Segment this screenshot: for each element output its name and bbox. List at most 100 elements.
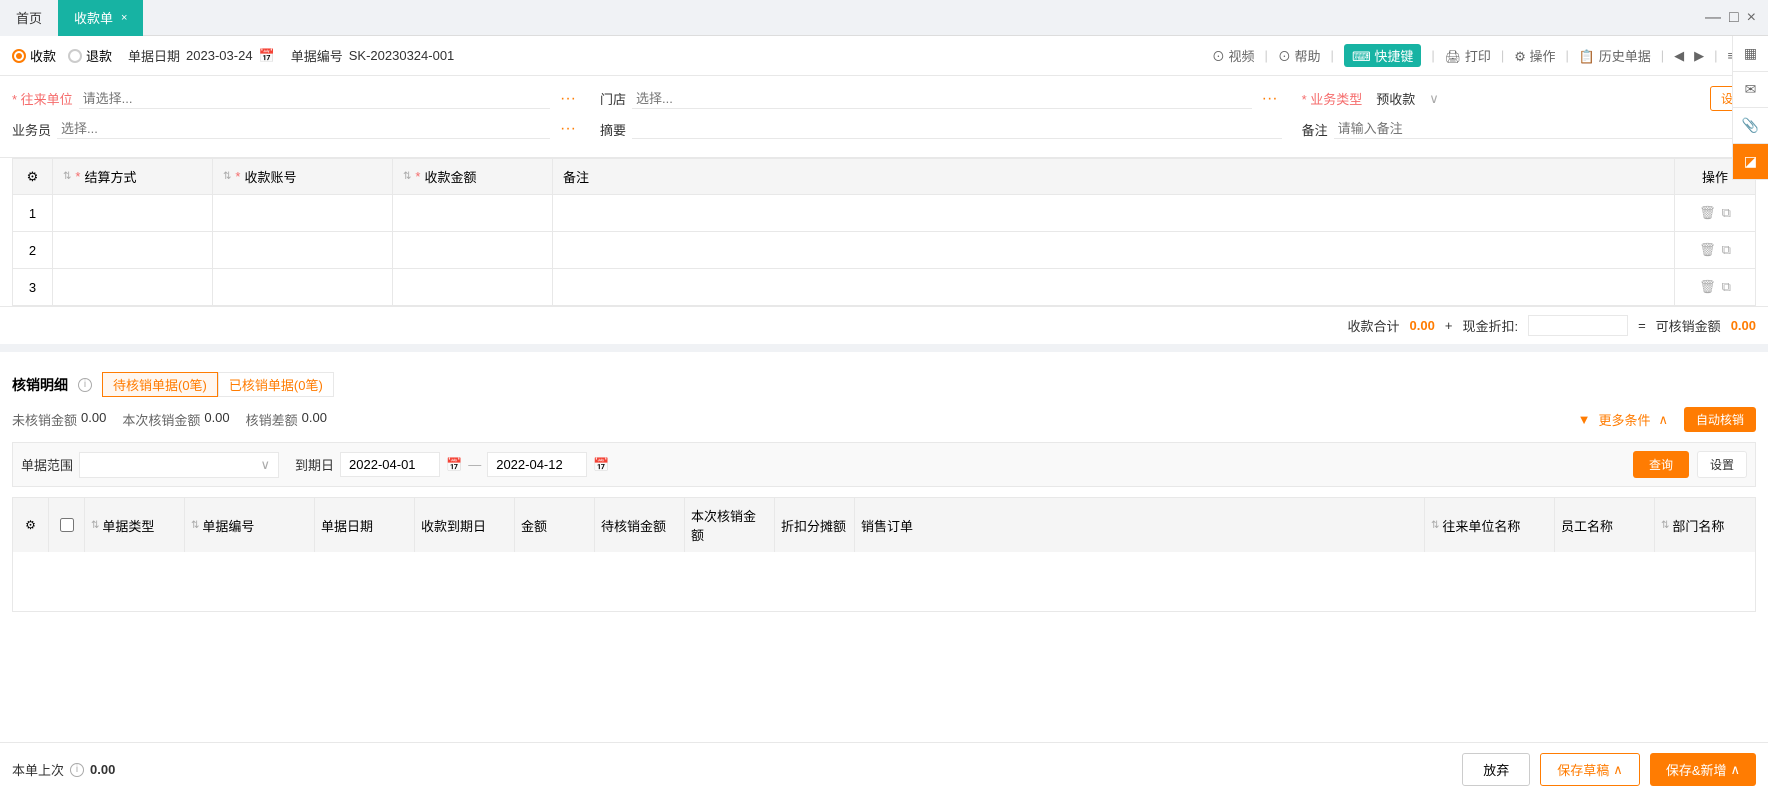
query-button[interactable]: 查询 (1633, 451, 1689, 478)
calendar-icon[interactable]: 📅 (259, 48, 275, 64)
tab-receipt[interactable]: 收款单 × (58, 0, 143, 36)
close-icon[interactable]: × (1747, 9, 1756, 27)
radio-refund-label: 退款 (86, 46, 112, 65)
form-row-2: 业务员 ··· 摘要 备注 (12, 119, 1756, 139)
section-divider (0, 344, 1768, 352)
writeoff-tab-done[interactable]: 已核销单据(0笔) (218, 372, 334, 397)
t2-col-settings[interactable]: ⚙ (13, 498, 49, 552)
auto-writeoff-button[interactable]: 自动核销 (1684, 407, 1756, 432)
filter-settings-button[interactable]: 设置 (1697, 451, 1747, 478)
t2-col-amount-label: 金额 (521, 516, 547, 535)
row3-settle[interactable] (53, 269, 213, 305)
row2-amount[interactable] (393, 232, 553, 268)
table-col-account: ⇅ * 收款账号 (213, 159, 393, 194)
sort-dept-icon[interactable]: ⇅ (1661, 520, 1669, 531)
row1-delete-icon[interactable]: 🗑 (1699, 205, 1716, 221)
radio-refund[interactable]: 退款 (68, 46, 112, 65)
staff-more-icon[interactable]: ··· (556, 120, 580, 138)
t2-col-thistime-label: 本次核销金额 (691, 506, 768, 544)
calendar-from-icon[interactable]: 📅 (446, 457, 462, 473)
row1-note[interactable] (553, 195, 1675, 231)
video-btn[interactable]: ⊙ 视频 (1212, 46, 1255, 65)
save-new-button[interactable]: 保存&新增 ∧ (1650, 753, 1756, 786)
bottom-info-icon[interactable]: i (70, 763, 84, 777)
counterpart-input[interactable] (79, 89, 550, 109)
calendar-to-icon[interactable]: 📅 (593, 457, 609, 473)
operations-btn[interactable]: ⚙ 操作 (1514, 46, 1555, 65)
row3-amount[interactable] (393, 269, 553, 305)
row3-delete-icon[interactable]: 🗑 (1699, 279, 1716, 295)
sort-num-icon[interactable]: ⇅ (191, 520, 199, 531)
row3-copy-icon[interactable]: ⧉ (1722, 279, 1731, 295)
sidebar-table-icon[interactable]: ▦ (1733, 36, 1768, 72)
row2-copy-icon[interactable]: ⧉ (1722, 242, 1731, 258)
doc-number-label: 单据编号 (291, 46, 343, 65)
last-value: 0.00 (90, 762, 115, 777)
row2-note[interactable] (553, 232, 1675, 268)
t2-col-date: 单据日期 (315, 498, 415, 552)
discount-input[interactable] (1528, 315, 1628, 336)
store-more-icon[interactable]: ··· (1258, 90, 1282, 108)
range-select[interactable]: ∨ (79, 452, 279, 478)
shortcut-btn[interactable]: ⌨ 快捷键 (1344, 44, 1421, 67)
print-btn[interactable]: 🖨 打印 (1445, 46, 1491, 65)
row1-copy-icon[interactable]: ⧉ (1722, 205, 1731, 221)
store-input[interactable] (632, 89, 1252, 109)
dropdown-icon[interactable]: ∨ (1429, 91, 1439, 107)
receivable-label: 可核销金额 (1656, 316, 1721, 335)
sidebar-camera-icon[interactable]: ◪ (1733, 144, 1768, 180)
writeoff-tab-pending[interactable]: 待核销单据(0笔) (102, 372, 218, 397)
row3-account[interactable] (213, 269, 393, 305)
radio-receipt[interactable]: 收款 (12, 46, 56, 65)
sort-type-icon[interactable]: ⇅ (91, 520, 99, 531)
sort-customer-icon[interactable]: ⇅ (1431, 520, 1439, 531)
row1-amount[interactable] (393, 195, 553, 231)
t2-col-salesorder: 销售订单 (855, 498, 1425, 552)
sort-icon-account[interactable]: ⇅ (223, 171, 231, 182)
sidebar-mail-icon[interactable]: ✉ (1733, 72, 1768, 108)
maximize-icon[interactable]: □ (1729, 9, 1739, 27)
store-label: 门店 (600, 89, 626, 108)
help-btn[interactable]: ⊙ 帮助 (1278, 46, 1321, 65)
tab-home[interactable]: 首页 (0, 0, 58, 36)
t2-col-type-label: 单据类型 (102, 516, 154, 535)
tab-receipt-label: 收款单 (74, 8, 113, 27)
row2-settle[interactable] (53, 232, 213, 268)
save-draft-button[interactable]: 保存草稿 ∧ (1540, 753, 1640, 786)
writeoff-info-icon[interactable]: i (78, 378, 92, 392)
row1-num: 1 (13, 195, 53, 231)
stat-this-time: 本次核销金额 0.00 (122, 410, 229, 429)
nav-left-icon[interactable]: ◀ (1674, 48, 1684, 64)
sort-icon-amount[interactable]: ⇅ (403, 171, 411, 182)
this-time-label: 本次核销金额 (122, 410, 200, 429)
row2-delete-icon[interactable]: 🗑 (1699, 242, 1716, 258)
staff-input[interactable] (57, 119, 550, 139)
t2-check-all[interactable] (60, 518, 74, 532)
store-field: 门店 ··· (600, 89, 1282, 109)
due-date-to[interactable] (487, 452, 587, 477)
row1-account[interactable] (213, 195, 393, 231)
history-btn[interactable]: 📋 历史单据 (1579, 46, 1651, 65)
remarks-input[interactable] (1334, 119, 1756, 139)
bottom-actions: 放弃 保存草稿 ∧ 保存&新增 ∧ (1462, 753, 1756, 786)
discard-button[interactable]: 放弃 (1462, 753, 1530, 786)
sort-icon[interactable]: ⇅ (63, 171, 71, 182)
summary-input[interactable] (632, 119, 1282, 139)
more-filters-icon: ▼ (1578, 412, 1591, 427)
summary-label: 摘要 (600, 120, 626, 139)
t2-col-check[interactable] (49, 498, 85, 552)
row2-account[interactable] (213, 232, 393, 268)
due-date-from[interactable] (340, 452, 440, 477)
minimize-icon[interactable]: — (1705, 9, 1721, 27)
sidebar-clip-icon[interactable]: 📎 (1733, 108, 1768, 144)
required-star-account: * (235, 169, 240, 184)
counterpart-more-icon[interactable]: ··· (556, 90, 580, 108)
table-row: 3 🗑 ⧉ (13, 269, 1755, 305)
more-filters-btn[interactable]: ▼ 更多条件 ∧ (1578, 410, 1668, 429)
tab-close-icon[interactable]: × (121, 12, 127, 24)
nav-right-icon[interactable]: ▶ (1694, 48, 1704, 64)
row1-settle[interactable] (53, 195, 213, 231)
row3-note[interactable] (553, 269, 1675, 305)
more-filters-arrow: ∧ (1658, 412, 1668, 428)
table-col-settings[interactable]: ⚙ (13, 159, 53, 194)
